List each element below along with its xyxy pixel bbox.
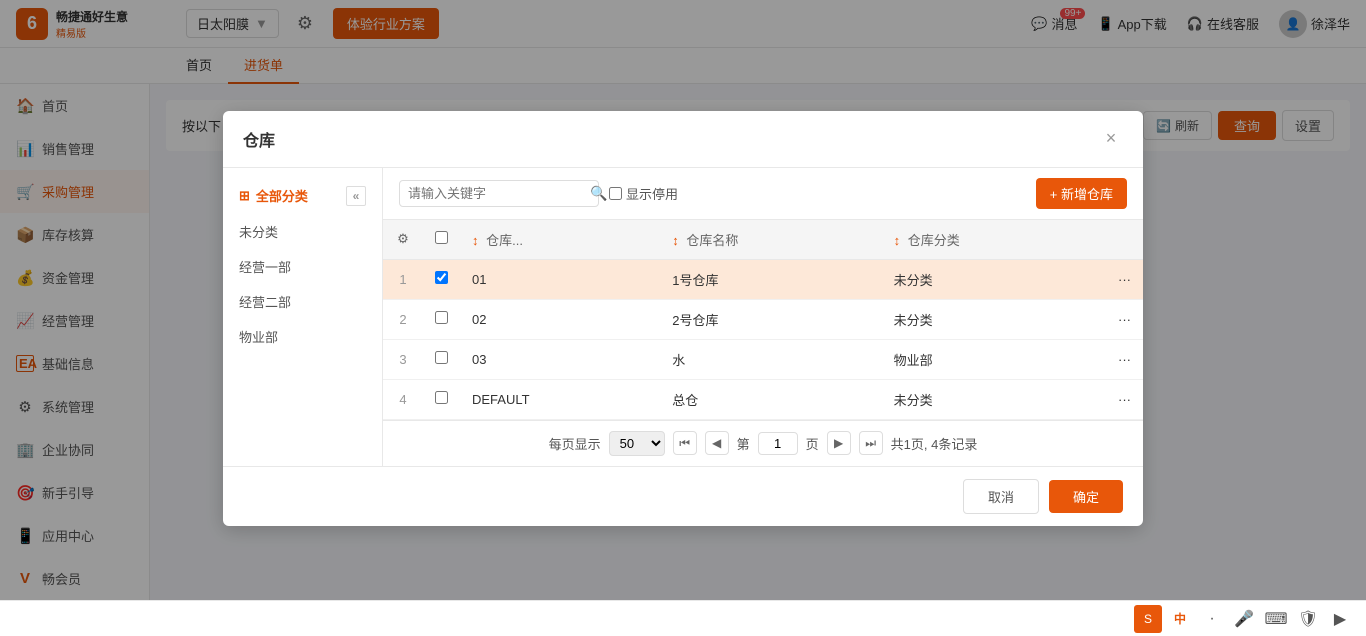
next-page-button[interactable]: ▶	[827, 431, 851, 455]
col-category-header: ↕ 仓库分类	[882, 220, 1103, 260]
col-name-header: ↕ 仓库名称	[660, 220, 881, 260]
modal-footer: 取消 确定	[223, 466, 1143, 526]
table-row[interactable]: 2 02 2号仓库 未分类 ···	[383, 299, 1143, 339]
search-input[interactable]	[408, 186, 584, 201]
row-category: 未分类	[882, 259, 1103, 299]
row-category: 物业部	[882, 339, 1103, 379]
row-num: 4	[383, 379, 423, 419]
modal-sidebar-unclassified[interactable]: 未分类	[223, 214, 382, 249]
row-checkbox-cell[interactable]	[423, 339, 460, 379]
modal-warehouse: 仓库 × ⊞ 全部分类 « 未分类 经营一部 经营二部	[223, 111, 1143, 526]
all-categories-label: 全部分类	[256, 186, 308, 205]
mic-icon[interactable]: 🎤	[1230, 605, 1258, 633]
table-row[interactable]: 1 01 1号仓库 未分类 ···	[383, 259, 1143, 299]
shield-icon[interactable]: 🛡	[1294, 605, 1322, 633]
overlay: 仓库 × ⊞ 全部分类 « 未分类 经营一部 经营二部	[0, 0, 1366, 636]
modal-sidebar-dept1[interactable]: 经营一部	[223, 249, 382, 284]
modal-close-button[interactable]: ×	[1099, 127, 1123, 151]
per-page-select[interactable]: 50 100	[609, 431, 665, 456]
sort-icon: ↕	[472, 233, 479, 248]
modal-header: 仓库 ×	[223, 111, 1143, 168]
total-label: 共1页, 4条记录	[891, 434, 978, 453]
row-name: 1号仓库	[660, 259, 881, 299]
search-icon: 🔍	[590, 185, 607, 202]
row-code: 01	[460, 259, 660, 299]
row-checkbox-cell[interactable]	[423, 259, 460, 299]
row-name: 水	[660, 339, 881, 379]
sort-icon-category: ↕	[894, 233, 901, 248]
sort-icon-name: ↕	[672, 233, 679, 248]
row-name: 总仓	[660, 379, 881, 419]
page-suffix: 页	[806, 434, 819, 453]
warehouse-table: ⚙ ↕ 仓库... ↕ 仓库名称	[383, 220, 1143, 420]
show-disabled-checkbox[interactable]	[609, 187, 622, 200]
select-all-checkbox[interactable]	[435, 231, 448, 244]
page-input[interactable]	[758, 432, 798, 455]
page-label: 第	[737, 434, 750, 453]
row-name: 2号仓库	[660, 299, 881, 339]
col-actions-header	[1103, 220, 1143, 260]
per-page-label: 每页显示	[549, 434, 601, 453]
table-row[interactable]: 3 03 水 物业部 ···	[383, 339, 1143, 379]
zh-icon[interactable]: 中	[1166, 605, 1194, 633]
confirm-button[interactable]: 确定	[1049, 480, 1123, 513]
row-code: 03	[460, 339, 660, 379]
modal-body: ⊞ 全部分类 « 未分类 经营一部 经营二部 物业部	[223, 168, 1143, 466]
row-checkbox[interactable]	[435, 391, 448, 404]
all-categories-header[interactable]: ⊞ 全部分类 «	[223, 178, 382, 214]
modal-table-wrap: ⚙ ↕ 仓库... ↕ 仓库名称	[383, 220, 1143, 420]
prev-page-button[interactable]: ◀	[705, 431, 729, 455]
new-warehouse-button[interactable]: + 新增仓库	[1036, 178, 1127, 209]
first-page-button[interactable]: ⏮	[673, 431, 697, 455]
modal-sidebar-dept2[interactable]: 经营二部	[223, 284, 382, 319]
row-category: 未分类	[882, 299, 1103, 339]
row-category: 未分类	[882, 379, 1103, 419]
row-actions[interactable]: ···	[1103, 339, 1143, 379]
dot-icon[interactable]: ·	[1198, 605, 1226, 633]
cn-icon[interactable]: S	[1134, 605, 1162, 633]
row-actions[interactable]: ···	[1103, 259, 1143, 299]
last-page-button[interactable]: ⏭	[859, 431, 883, 455]
modal-sidebar: ⊞ 全部分类 « 未分类 经营一部 经营二部 物业部	[223, 168, 383, 466]
play-icon[interactable]: ▶	[1326, 605, 1354, 633]
col-settings-header: ⚙	[383, 220, 423, 260]
col-checkbox-header	[423, 220, 460, 260]
show-disabled-label[interactable]: 显示停用	[609, 184, 678, 203]
modal-toolbar: 🔍 显示停用 + 新增仓库	[383, 168, 1143, 220]
row-code: DEFAULT	[460, 379, 660, 419]
grid-icon: ⊞	[239, 188, 250, 204]
row-checkbox-cell[interactable]	[423, 299, 460, 339]
table-header-row: ⚙ ↕ 仓库... ↕ 仓库名称	[383, 220, 1143, 260]
row-num: 3	[383, 339, 423, 379]
collapse-button[interactable]: «	[346, 186, 366, 206]
bottom-bar: S 中 · 🎤 ⌨ 🛡 ▶	[0, 600, 1366, 636]
col-code-header: ↕ 仓库...	[460, 220, 660, 260]
row-checkbox[interactable]	[435, 311, 448, 324]
modal-sidebar-property[interactable]: 物业部	[223, 319, 382, 354]
row-num: 1	[383, 259, 423, 299]
row-actions[interactable]: ···	[1103, 299, 1143, 339]
row-actions[interactable]: ···	[1103, 379, 1143, 419]
modal-main: 🔍 显示停用 + 新增仓库 ⚙	[383, 168, 1143, 466]
search-box: 🔍	[399, 180, 599, 207]
modal-title: 仓库	[243, 127, 275, 151]
row-num: 2	[383, 299, 423, 339]
table-row[interactable]: 4 DEFAULT 总仓 未分类 ···	[383, 379, 1143, 419]
row-checkbox[interactable]	[435, 271, 448, 284]
pagination: 每页显示 50 100 ⏮ ◀ 第 页 ▶ ⏭ 共1页, 4条记录	[383, 420, 1143, 466]
row-checkbox-cell[interactable]	[423, 379, 460, 419]
keyboard-icon[interactable]: ⌨	[1262, 605, 1290, 633]
cancel-button[interactable]: 取消	[963, 479, 1039, 514]
row-code: 02	[460, 299, 660, 339]
row-checkbox[interactable]	[435, 351, 448, 364]
